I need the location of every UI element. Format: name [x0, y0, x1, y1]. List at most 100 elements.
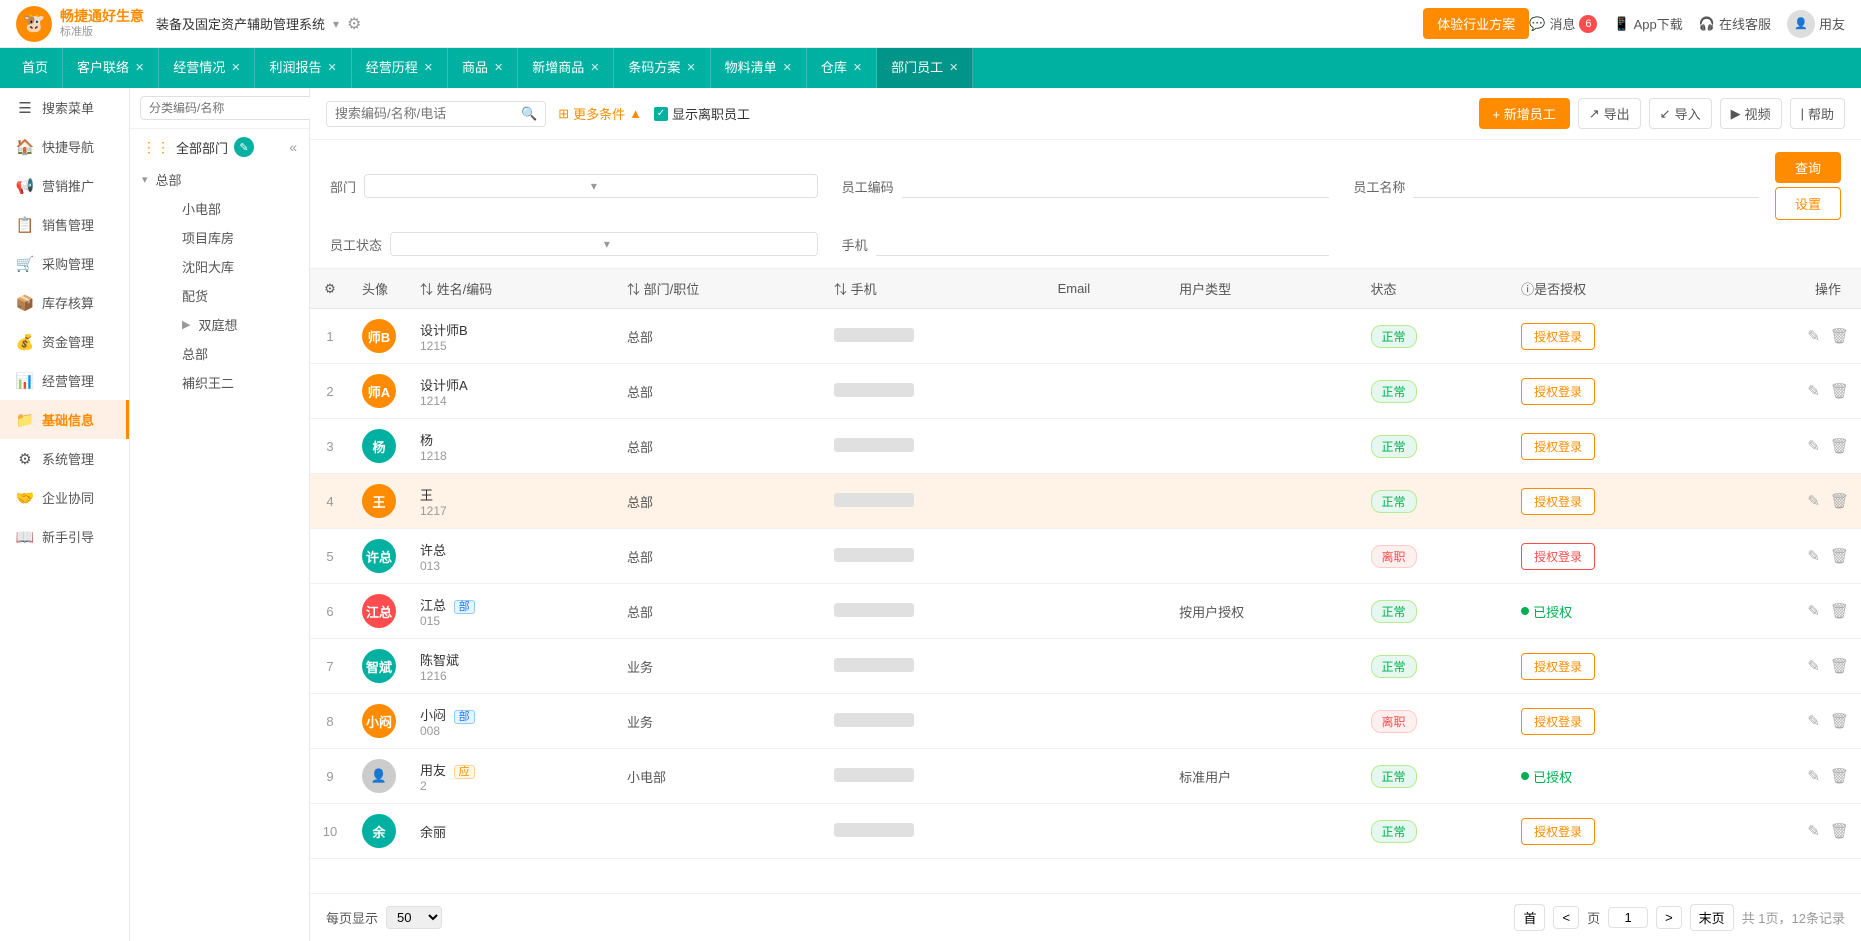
tree-node-zongbu2[interactable]: 总部: [162, 339, 309, 368]
delete-icon[interactable]: 🗑: [1830, 437, 1849, 455]
nav-tab-staff[interactable]: 部门员工 ✕: [877, 48, 973, 88]
trial-button[interactable]: 体验行业方案: [1423, 8, 1529, 39]
close-icon[interactable]: ✕: [135, 48, 144, 88]
export-button[interactable]: ↗ 导出: [1578, 98, 1641, 129]
sidebar-item-sales[interactable]: 📋 销售管理: [0, 205, 129, 244]
nav-tab-new-goods[interactable]: 新增商品 ✕: [518, 48, 614, 88]
edit-icon[interactable]: ✎: [1807, 822, 1820, 840]
next-page-button[interactable]: >: [1656, 906, 1682, 929]
auth-button[interactable]: 授权登录: [1521, 818, 1595, 845]
edit-icon[interactable]: ✎: [1807, 767, 1820, 785]
view-button[interactable]: ▶ 视频: [1720, 98, 1782, 129]
add-employee-button[interactable]: + 新增员工: [1479, 98, 1570, 129]
sidebar-item-inventory[interactable]: 📦 库存核算: [0, 283, 129, 322]
sidebar-item-purchase[interactable]: 🛒 采购管理: [0, 244, 129, 283]
auth-button[interactable]: 授权登录: [1521, 653, 1595, 680]
tree-node-buzhiwang[interactable]: 補织王二: [162, 368, 309, 397]
tree-collapse-icon[interactable]: «: [289, 139, 297, 155]
query-button[interactable]: 查询: [1775, 152, 1841, 183]
edit-icon[interactable]: ✎: [1807, 602, 1820, 620]
sidebar-item-finance[interactable]: 💰 资金管理: [0, 322, 129, 361]
per-page-select[interactable]: 50 100 200: [386, 906, 442, 929]
close-icon[interactable]: ✕: [590, 48, 599, 88]
close-icon[interactable]: ✕: [424, 48, 433, 88]
nav-tab-goods[interactable]: 商品 ✕: [448, 48, 518, 88]
close-icon[interactable]: ✕: [686, 48, 695, 88]
auth-button[interactable]: 授权登录: [1521, 378, 1595, 405]
delete-icon[interactable]: 🗑: [1830, 767, 1849, 785]
tree-search-input[interactable]: [140, 96, 313, 120]
user-item[interactable]: 👤 用友: [1787, 10, 1845, 38]
sidebar-item-search-menu[interactable]: ☰ 搜索菜单: [0, 88, 129, 127]
dropdown-arrow-icon[interactable]: ▾: [333, 17, 339, 31]
message-item[interactable]: 💬 消息 6: [1529, 14, 1597, 33]
delete-icon[interactable]: 🗑: [1830, 712, 1849, 730]
sidebar-item-system[interactable]: ⚙ 系统管理: [0, 439, 129, 478]
close-icon[interactable]: ✕: [783, 48, 792, 88]
dept-select[interactable]: ▾: [364, 174, 818, 198]
page-input[interactable]: [1608, 907, 1648, 928]
sidebar-item-marketing[interactable]: 📢 营销推广: [0, 166, 129, 205]
delete-icon[interactable]: 🗑: [1830, 822, 1849, 840]
nav-tab-profit[interactable]: 利润报告 ✕: [255, 48, 351, 88]
sidebar-item-guide[interactable]: 📖 新手引导: [0, 517, 129, 556]
edit-icon[interactable]: ✎: [1807, 547, 1820, 565]
delete-icon[interactable]: 🗑: [1830, 547, 1849, 565]
phone-input[interactable]: [876, 232, 1330, 256]
sidebar-item-enterprise[interactable]: 🤝 企业协同: [0, 478, 129, 517]
close-icon[interactable]: ✕: [231, 48, 240, 88]
nav-tab-warehouse[interactable]: 仓库 ✕: [807, 48, 877, 88]
tree-node-shenyang[interactable]: 沈阳大库: [162, 252, 309, 281]
edit-icon[interactable]: ✎: [1807, 657, 1820, 675]
auth-button[interactable]: 授权登录: [1521, 433, 1595, 460]
nav-tab-barcode[interactable]: 条码方案 ✕: [614, 48, 710, 88]
nav-tab-history[interactable]: 经营历程 ✕: [352, 48, 448, 88]
delete-icon[interactable]: 🗑: [1830, 327, 1849, 345]
search-input[interactable]: [335, 106, 515, 121]
delete-icon[interactable]: 🗑: [1830, 492, 1849, 510]
close-icon[interactable]: ✕: [949, 48, 958, 88]
nav-tab-customer[interactable]: 客户联络 ✕: [63, 48, 159, 88]
tree-node-shuangluo[interactable]: ▶ 双庭想: [162, 310, 309, 339]
close-icon[interactable]: ✕: [328, 48, 337, 88]
last-page-button[interactable]: 末页: [1690, 904, 1734, 931]
edit-icon[interactable]: ✎: [1807, 712, 1820, 730]
nav-tab-materials[interactable]: 物料清单 ✕: [711, 48, 807, 88]
sidebar-item-operations[interactable]: 📊 经营管理: [0, 361, 129, 400]
nav-tab-business[interactable]: 经营情况 ✕: [159, 48, 255, 88]
search-icon[interactable]: 🔍: [521, 106, 537, 122]
tree-edit-icon[interactable]: ✎: [234, 137, 254, 157]
edit-icon[interactable]: ✎: [1807, 437, 1820, 455]
tree-node-xiangmu[interactable]: 项目库房: [162, 223, 309, 252]
nav-tab-home[interactable]: 首页: [8, 48, 63, 88]
settings-icon[interactable]: ⚙: [324, 281, 336, 296]
auth-button[interactable]: 授权登录: [1521, 323, 1595, 350]
delete-icon[interactable]: 🗑: [1830, 382, 1849, 400]
emp-status-select[interactable]: ▾: [390, 232, 818, 256]
prev-page-button[interactable]: <: [1553, 906, 1579, 929]
help-button[interactable]: | 帮助: [1790, 98, 1845, 129]
tree-root[interactable]: ⋮⋮ 全部部门 ✎ «: [130, 129, 309, 165]
emp-name-input[interactable]: [1413, 174, 1759, 198]
import-button[interactable]: ↙ 导入: [1649, 98, 1712, 129]
app-download-item[interactable]: 📱 App下载: [1613, 14, 1682, 33]
tree-node-peihuo[interactable]: 配货: [162, 281, 309, 310]
settings-icon[interactable]: ⚙: [347, 14, 361, 34]
first-page-button[interactable]: 首: [1514, 904, 1545, 931]
close-icon[interactable]: ✕: [494, 48, 503, 88]
auth-button[interactable]: 授权登录: [1521, 488, 1595, 515]
tree-node-xiaodianbu[interactable]: 小电部: [162, 194, 309, 223]
delete-icon[interactable]: 🗑: [1830, 602, 1849, 620]
edit-icon[interactable]: ✎: [1807, 382, 1820, 400]
edit-icon[interactable]: ✎: [1807, 327, 1820, 345]
setup-button[interactable]: 设置: [1775, 187, 1841, 220]
sidebar-item-quick-nav[interactable]: 🏠 快捷导航: [0, 127, 129, 166]
more-conditions-btn[interactable]: ⊞ 更多条件 ▲: [558, 104, 642, 123]
edit-icon[interactable]: ✎: [1807, 492, 1820, 510]
auth-button[interactable]: 授权登录: [1521, 708, 1595, 735]
tree-node-zongbu[interactable]: ▾ 总部: [130, 165, 309, 194]
delete-icon[interactable]: 🗑: [1830, 657, 1849, 675]
close-icon[interactable]: ✕: [853, 48, 862, 88]
show-resigned-checkbox[interactable]: ✓ 显示离职员工: [654, 104, 750, 123]
auth-button[interactable]: 授权登录: [1521, 543, 1595, 570]
